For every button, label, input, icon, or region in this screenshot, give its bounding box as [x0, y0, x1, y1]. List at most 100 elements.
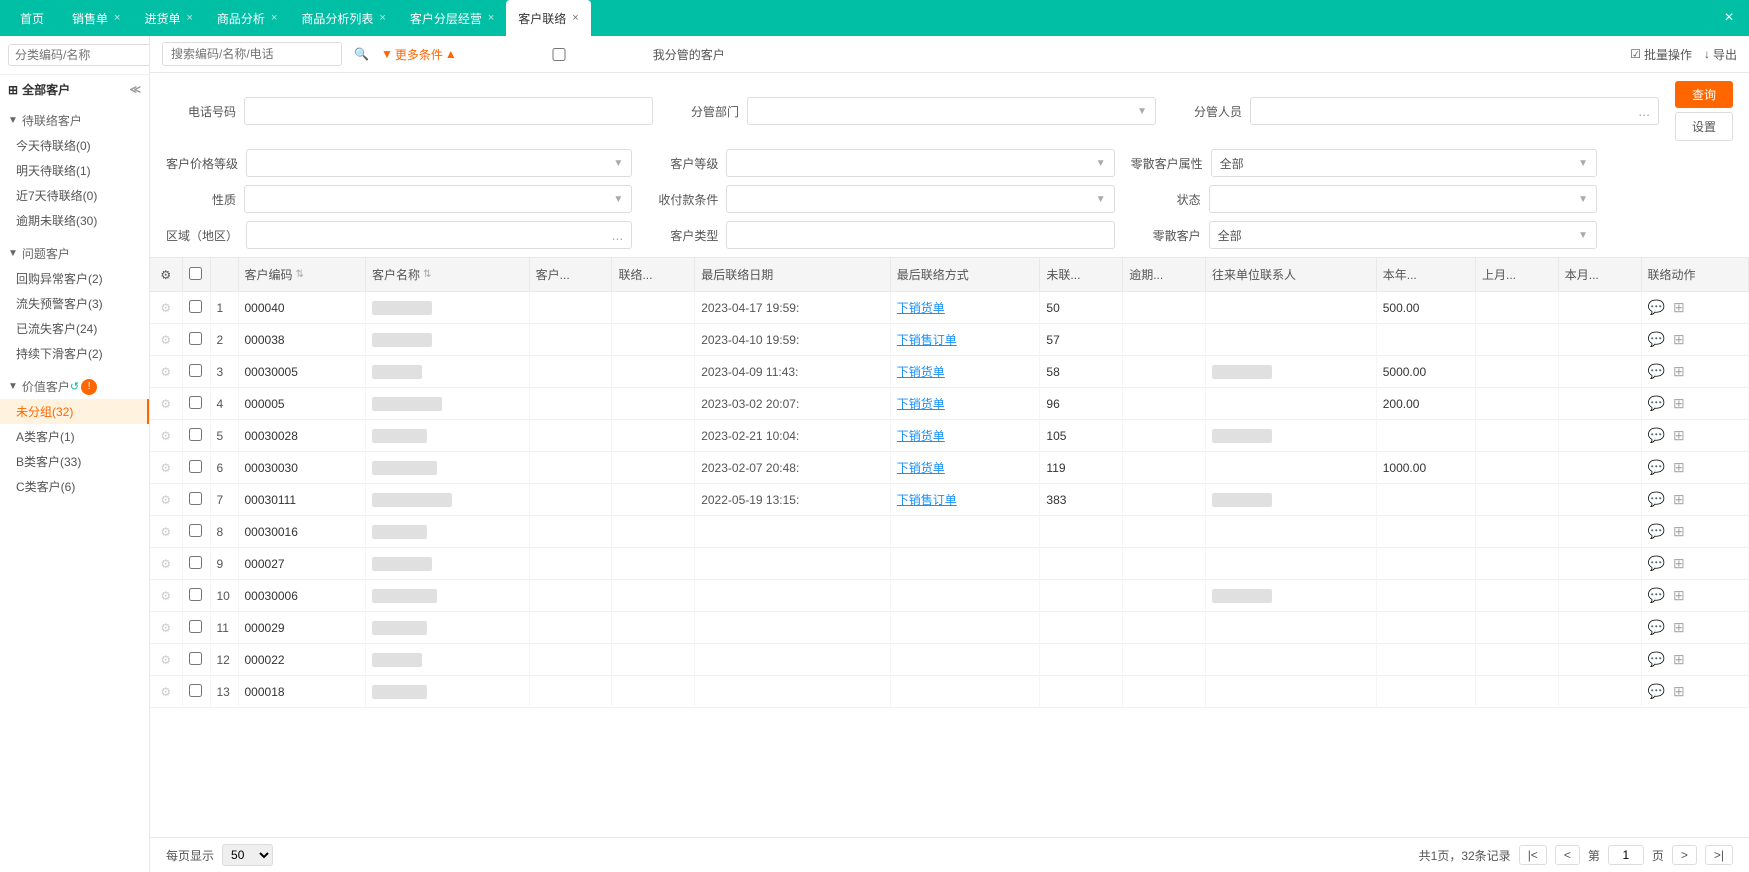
chat-icon-7[interactable]: 💬: [1648, 523, 1665, 540]
last-page-btn[interactable]: >|: [1705, 845, 1733, 865]
cell-check-0[interactable]: [182, 292, 210, 324]
nav-tab-goods-analysis-list[interactable]: 商品分析列表 ×: [289, 0, 397, 36]
col-this-month[interactable]: 本月...: [1558, 258, 1641, 292]
nav-tab-customer-tier[interactable]: 客户分层经营 ×: [398, 0, 506, 36]
cell-last-method-1[interactable]: 下销售订单: [890, 324, 1040, 356]
chat-icon-5[interactable]: 💬: [1648, 459, 1665, 476]
col-overdue[interactable]: 逾期...: [1123, 258, 1206, 292]
grid-action-icon-3[interactable]: ⊞: [1673, 395, 1685, 412]
cell-check-11[interactable]: [182, 644, 210, 676]
nav-tab-goods-analysis[interactable]: 商品分析 ×: [205, 0, 289, 36]
my-customers-checkbox[interactable]: 我分管的客户: [469, 46, 725, 63]
cell-last-method-3[interactable]: 下销货单: [890, 388, 1040, 420]
price-tier-input[interactable]: ▼: [246, 149, 632, 177]
sidebar-item-tier-b[interactable]: B类客户(33): [0, 449, 149, 474]
more-conditions-btn[interactable]: ▼ 更多条件 ▲: [381, 46, 457, 63]
nav-tab-purchase[interactable]: 进货单 ×: [132, 0, 204, 36]
last-method-link-6[interactable]: 下销售订单: [897, 493, 957, 507]
my-customers-check[interactable]: [469, 48, 649, 61]
grid-action-icon-9[interactable]: ⊞: [1673, 587, 1685, 604]
grid-action-icon-1[interactable]: ⊞: [1673, 331, 1685, 348]
row-checkbox-9[interactable]: [189, 588, 202, 601]
retail-attr-input[interactable]: 全部 ▼: [1211, 149, 1597, 177]
row-checkbox-0[interactable]: [189, 300, 202, 313]
last-method-link-1[interactable]: 下销售订单: [897, 333, 957, 347]
col-company-contact[interactable]: 往来单位联系人: [1205, 258, 1376, 292]
chat-icon-10[interactable]: 💬: [1648, 619, 1665, 636]
all-customers-header[interactable]: ⊞ 全部客户 ≪: [0, 75, 149, 104]
region-input[interactable]: ...: [246, 221, 632, 249]
col-last-month[interactable]: 上月...: [1476, 258, 1559, 292]
chat-icon-11[interactable]: 💬: [1648, 651, 1665, 668]
last-method-link-0[interactable]: 下销货单: [897, 301, 945, 315]
cell-check-6[interactable]: [182, 484, 210, 516]
last-method-link-5[interactable]: 下销货单: [897, 461, 945, 475]
chat-icon-6[interactable]: 💬: [1648, 491, 1665, 508]
sidebar-item-churned[interactable]: 已流失客户(24): [0, 316, 149, 341]
col-customer-name[interactable]: 客户名称 ⇅: [365, 258, 529, 292]
sidebar-item-tier-a[interactable]: A类客户(1): [0, 424, 149, 449]
cell-last-method-0[interactable]: 下销货单: [890, 292, 1040, 324]
grid-action-icon-8[interactable]: ⊞: [1673, 555, 1685, 572]
sidebar-item-ungroup[interactable]: 未分组(32): [0, 399, 149, 424]
query-button[interactable]: 查询: [1675, 81, 1733, 108]
sidebar-item-tomorrow-pending[interactable]: 明天待联络(1): [0, 158, 149, 183]
row-checkbox-1[interactable]: [189, 332, 202, 345]
per-page-select[interactable]: 50 100 200: [222, 844, 273, 866]
row-checkbox-4[interactable]: [189, 428, 202, 441]
first-page-btn[interactable]: |<: [1519, 845, 1547, 865]
grid-action-icon-5[interactable]: ⊞: [1673, 459, 1685, 476]
col-last-date[interactable]: 最后联络日期: [695, 258, 891, 292]
col-settings[interactable]: ⚙: [150, 258, 182, 292]
problem-group-title[interactable]: ▼ 问题客户: [0, 241, 149, 266]
tab-sales-close[interactable]: ×: [114, 12, 120, 24]
col-checkbox[interactable]: [182, 258, 210, 292]
cell-last-method-4[interactable]: 下销货单: [890, 420, 1040, 452]
tab-goods-analysis-close[interactable]: ×: [271, 12, 277, 24]
cell-last-method-5[interactable]: 下销货单: [890, 452, 1040, 484]
last-method-link-3[interactable]: 下销货单: [897, 397, 945, 411]
chat-icon-2[interactable]: 💬: [1648, 363, 1665, 380]
row-checkbox-2[interactable]: [189, 364, 202, 377]
col-customer-code[interactable]: 客户编码 ⇅: [238, 258, 365, 292]
grid-action-icon-2[interactable]: ⊞: [1673, 363, 1685, 380]
filter-search-icon[interactable]: 🔍: [354, 47, 369, 61]
phone-input[interactable]: [244, 97, 653, 125]
nav-tab-sales[interactable]: 销售单 ×: [60, 0, 132, 36]
row-checkbox-12[interactable]: [189, 684, 202, 697]
col-customer-type[interactable]: 客户...: [529, 258, 612, 292]
tier-group-title[interactable]: ▼ 价值客户 ↺ !: [0, 374, 149, 399]
next-page-btn[interactable]: >: [1672, 845, 1697, 865]
cell-check-1[interactable]: [182, 324, 210, 356]
col-no-contact[interactable]: 未联...: [1040, 258, 1123, 292]
sidebar-item-today-pending[interactable]: 今天待联络(0): [0, 133, 149, 158]
nature-input[interactable]: ▼: [244, 185, 632, 213]
retail-customer-input[interactable]: 全部 ▼: [1209, 221, 1597, 249]
manager-input[interactable]: ...: [1250, 97, 1659, 125]
tab-customer-tier-close[interactable]: ×: [488, 12, 494, 24]
grid-action-icon-11[interactable]: ⊞: [1673, 651, 1685, 668]
cell-check-10[interactable]: [182, 612, 210, 644]
nav-tab-customer-contact[interactable]: 客户联络 ×: [506, 0, 590, 36]
cell-check-9[interactable]: [182, 580, 210, 612]
cell-last-method-2[interactable]: 下销货单: [890, 356, 1040, 388]
chat-icon-12[interactable]: 💬: [1648, 683, 1665, 700]
cell-check-8[interactable]: [182, 548, 210, 580]
payment-input[interactable]: ▼: [726, 185, 1114, 213]
chat-icon-9[interactable]: 💬: [1648, 587, 1665, 604]
grid-action-icon-6[interactable]: ⊞: [1673, 491, 1685, 508]
row-checkbox-5[interactable]: [189, 460, 202, 473]
row-checkbox-10[interactable]: [189, 620, 202, 633]
chat-icon-8[interactable]: 💬: [1648, 555, 1665, 572]
reset-button[interactable]: 设置: [1675, 112, 1733, 141]
col-this-year[interactable]: 本年...: [1376, 258, 1475, 292]
prev-page-btn[interactable]: <: [1555, 845, 1580, 865]
row-checkbox-3[interactable]: [189, 396, 202, 409]
chat-icon-3[interactable]: 💬: [1648, 395, 1665, 412]
department-input[interactable]: ▼: [747, 97, 1156, 125]
select-all-checkbox[interactable]: [189, 267, 202, 280]
cell-check-4[interactable]: [182, 420, 210, 452]
last-method-link-4[interactable]: 下销货单: [897, 429, 945, 443]
cell-check-2[interactable]: [182, 356, 210, 388]
window-close-button[interactable]: ×: [1717, 6, 1741, 30]
